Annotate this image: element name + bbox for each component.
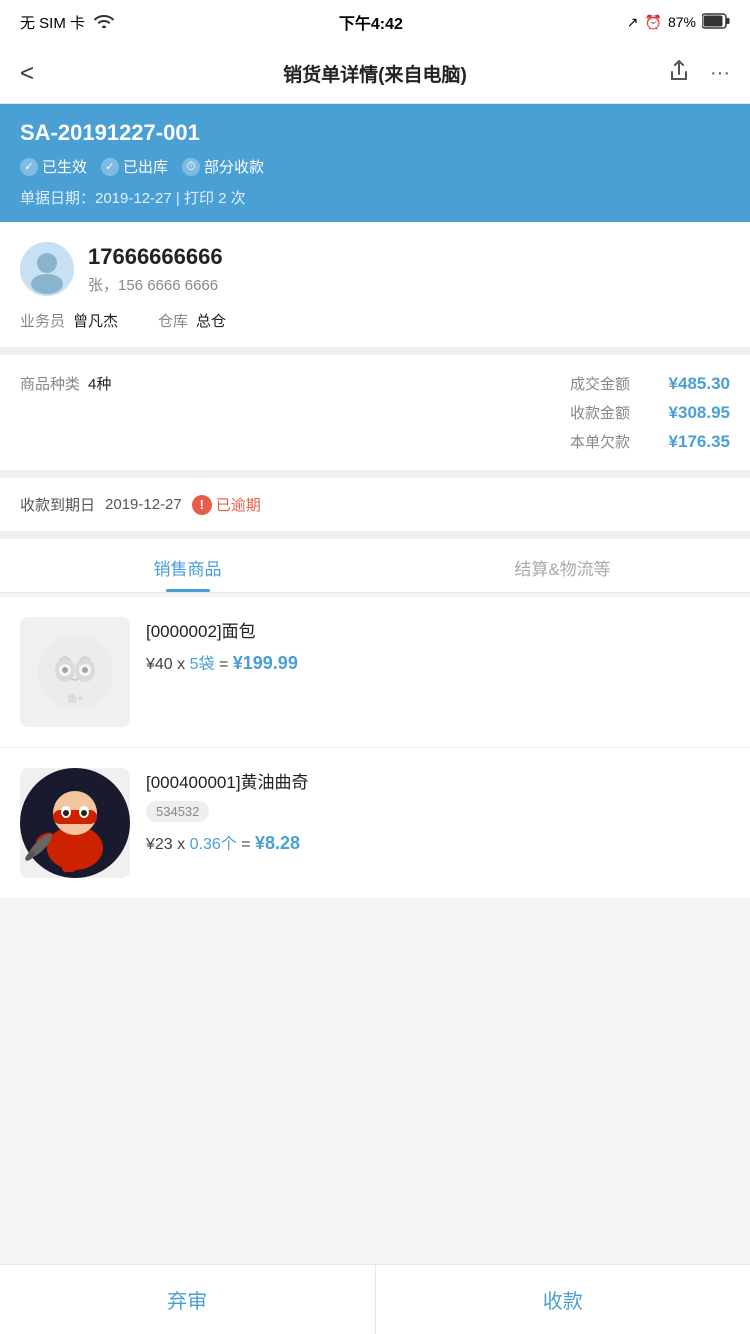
header-badges: ✓ 已生效 ✓ 已出库 ⏱ 部分收款 xyxy=(20,156,730,177)
product-quantity-1: 5袋 xyxy=(190,656,215,673)
summary-row: 商品种类 4种 成交金额 ¥485.30 收款金额 ¥308.95 本单欠款 ¥… xyxy=(20,373,730,452)
nav-bar: < 销货单详情(来自电脑) ··· xyxy=(0,44,750,104)
wifi-icon xyxy=(93,12,115,32)
due-date-value: 2019-12-27 xyxy=(105,496,182,513)
location-icon: ↗ xyxy=(627,14,639,31)
amount-info: 成交金额 ¥485.30 收款金额 ¥308.95 本单欠款 ¥176.35 xyxy=(570,373,730,452)
salesperson-label: 业务员 xyxy=(20,310,65,331)
salesperson-value: 曾凡杰 xyxy=(73,310,118,331)
owed-amount-row: 本单欠款 ¥176.35 xyxy=(570,431,730,452)
payment-amount-value: ¥308.95 xyxy=(650,403,730,423)
product-info-2: [000400001]黄油曲奇 534532 ¥23 x 0.36个 = ¥8.… xyxy=(146,768,730,878)
overdue-dot-icon: ! xyxy=(192,495,212,515)
customer-name: 17666666666 xyxy=(88,244,223,270)
customer-details: 业务员 曾凡杰 仓库 总仓 xyxy=(20,310,730,331)
header-meta: 单据日期：2019-12-27 | 打印 2 次 xyxy=(20,187,730,208)
tab-settlement[interactable]: 结算&物流等 xyxy=(375,539,750,592)
owed-amount-value: ¥176.35 xyxy=(650,432,730,452)
product-price-row-2: ¥23 x 0.36个 = ¥8.28 xyxy=(146,830,730,854)
product-type-info: 商品种类 4种 xyxy=(20,373,111,394)
payment-amount-row: 收款金额 ¥308.95 xyxy=(570,402,730,423)
bottom-bar: 弃审 收款 xyxy=(0,1264,750,1334)
sim-text: 无 SIM 卡 xyxy=(20,12,85,33)
product-item: [000400001]黄油曲奇 534532 ¥23 x 0.36个 = ¥8.… xyxy=(0,748,750,899)
product-name-1: [0000002]面包 xyxy=(146,617,730,642)
share-button[interactable] xyxy=(668,60,690,88)
salesperson-detail: 业务员 曾凡杰 xyxy=(20,310,118,331)
warehouse-detail: 仓库 总仓 xyxy=(158,310,226,331)
customer-sub: 张，156 6666 6666 xyxy=(88,274,223,295)
product-item: 鱼+ [0000002]面包 ¥40 x 5袋 = ¥199.99 xyxy=(0,597,750,748)
status-time: 下午4:42 xyxy=(339,10,403,34)
tab-sales-products[interactable]: 销售商品 xyxy=(0,539,375,592)
order-id: SA-20191227-001 xyxy=(20,120,730,146)
product-unit-price-2: ¥23 xyxy=(146,836,173,853)
svg-text:鱼+: 鱼+ xyxy=(67,692,83,705)
check-icon-2: ✓ xyxy=(101,158,119,176)
battery-text: 87% xyxy=(668,14,696,30)
product-thumbnail-1: 鱼+ xyxy=(20,617,130,727)
product-tabs: 销售商品 结算&物流等 xyxy=(0,539,750,593)
back-button[interactable]: < xyxy=(20,60,64,88)
page-title: 销货单详情(来自电脑) xyxy=(283,60,467,87)
status-right: ↗ ⏰ 87% xyxy=(627,13,730,32)
product-sku-2: 534532 xyxy=(146,801,209,822)
customer-avatar xyxy=(20,242,74,296)
product-total-2: ¥8.28 xyxy=(255,833,300,853)
product-total-1: ¥199.99 xyxy=(233,653,298,673)
due-date-label: 收款到期日 xyxy=(20,494,95,515)
warehouse-label: 仓库 xyxy=(158,310,188,331)
payment-amount-label: 收款金额 xyxy=(570,402,630,423)
battery-icon xyxy=(702,13,730,32)
deal-amount-value: ¥485.30 xyxy=(650,374,730,394)
overdue-text: 已逾期 xyxy=(216,494,261,515)
check-icon-1: ✓ xyxy=(20,158,38,176)
summary-section: 商品种类 4种 成交金额 ¥485.30 收款金额 ¥308.95 本单欠款 ¥… xyxy=(0,355,750,478)
product-type-value: 4种 xyxy=(88,373,111,394)
badge-shipped: ✓ 已出库 xyxy=(101,156,168,177)
customer-section: 17666666666 张，156 6666 6666 业务员 曾凡杰 仓库 总… xyxy=(0,222,750,355)
product-price-row-1: ¥40 x 5袋 = ¥199.99 xyxy=(146,650,730,674)
product-list: 鱼+ [0000002]面包 ¥40 x 5袋 = ¥199.99 xyxy=(0,597,750,899)
payment-button[interactable]: 收款 xyxy=(376,1265,750,1334)
warehouse-value: 总仓 xyxy=(196,310,226,331)
deal-amount-row: 成交金额 ¥485.30 xyxy=(570,373,730,394)
customer-row: 17666666666 张，156 6666 6666 xyxy=(20,242,730,296)
badge-partial-payment: ⏱ 部分收款 xyxy=(182,156,264,177)
deal-amount-label: 成交金额 xyxy=(570,373,630,394)
status-left: 无 SIM 卡 xyxy=(20,12,115,33)
product-type-label: 商品种类 xyxy=(20,373,80,394)
product-unit-price-1: ¥40 xyxy=(146,656,173,673)
product-quantity-2: 0.36个 xyxy=(190,836,237,853)
header-banner: SA-20191227-001 ✓ 已生效 ✓ 已出库 ⏱ 部分收款 单据日期：… xyxy=(0,104,750,222)
more-button[interactable]: ··· xyxy=(710,62,730,85)
cancel-review-button[interactable]: 弃审 xyxy=(0,1265,376,1334)
owed-amount-label: 本单欠款 xyxy=(570,431,630,452)
product-thumbnail-2 xyxy=(20,768,130,878)
status-bar: 无 SIM 卡 下午4:42 ↗ ⏰ 87% xyxy=(0,0,750,44)
customer-info: 17666666666 张，156 6666 6666 xyxy=(88,244,223,295)
nav-actions: ··· xyxy=(668,60,730,88)
alarm-icon: ⏰ xyxy=(645,14,662,31)
product-name-2: [000400001]黄油曲奇 xyxy=(146,768,730,793)
product-info-1: [0000002]面包 ¥40 x 5袋 = ¥199.99 xyxy=(146,617,730,727)
overdue-badge: ! 已逾期 xyxy=(192,494,261,515)
clock-icon: ⏱ xyxy=(182,158,200,176)
due-date-section: 收款到期日 2019-12-27 ! 已逾期 xyxy=(0,478,750,539)
badge-effective: ✓ 已生效 xyxy=(20,156,87,177)
